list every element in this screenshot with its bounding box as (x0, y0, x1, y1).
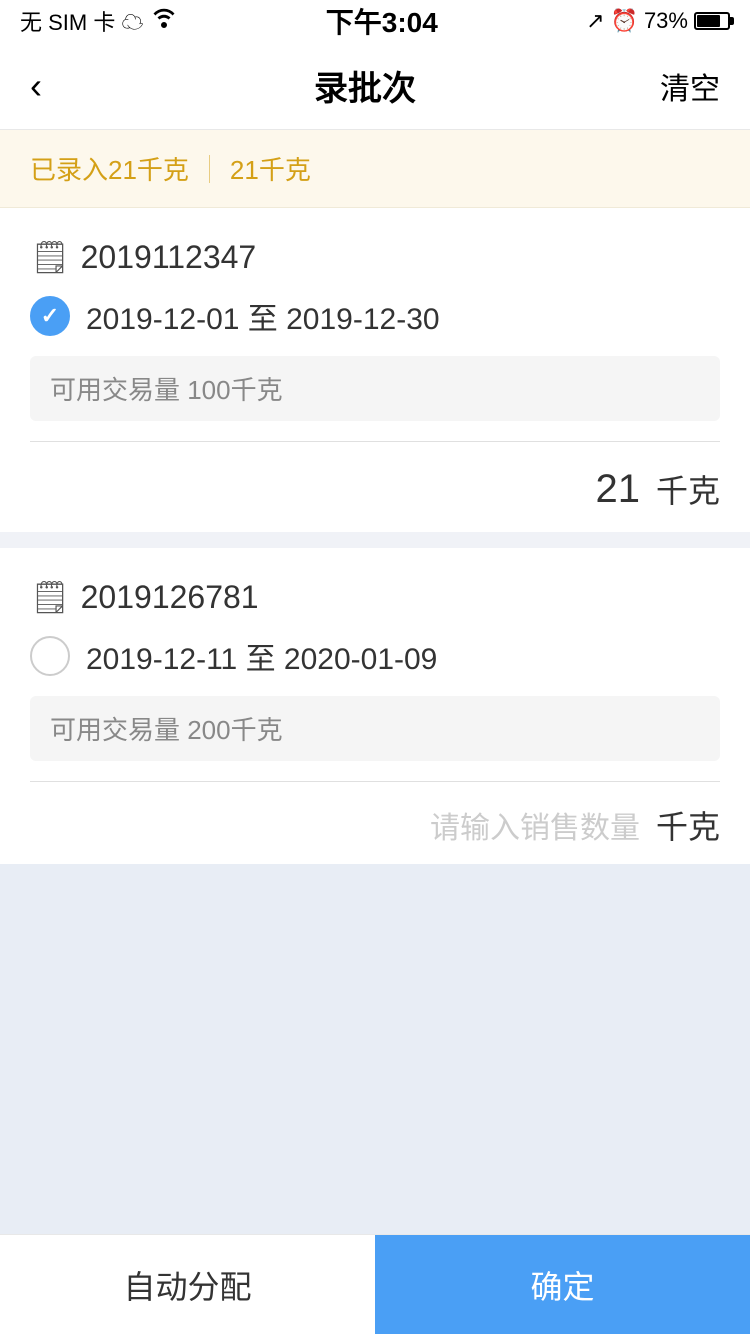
batch1-card: 🗒 2019112347 2019-12-01 至 2019-12-30 可用交… (0, 208, 750, 532)
bottom-bar: 自动分配 确定 (0, 1234, 750, 1334)
doc-icon-2: 🗒 (30, 578, 71, 616)
location-icon: ↗ (586, 8, 604, 34)
batch2-radio[interactable] (30, 636, 70, 676)
alarm-icon: ⏰ (611, 8, 638, 34)
batch2-unit: 千克 (656, 802, 720, 848)
batch1-unit: 千克 (656, 466, 720, 512)
batch2-id: 2019126781 (81, 579, 259, 616)
batch1-date: 2019-12-01 至 2019-12-30 (86, 294, 440, 338)
batch2-available: 可用交易量 200千克 (30, 696, 720, 761)
wifi-icon (151, 8, 177, 34)
doc-icon: 🗒 (30, 238, 71, 276)
batch2-header: 🗒 2019126781 (30, 578, 720, 616)
batch2-date: 2019-12-11 至 2020-01-09 (86, 634, 437, 678)
info-banner: 已录入21千克 21千克 (0, 130, 750, 208)
batch1-radio[interactable] (30, 296, 70, 336)
batch1-id: 2019112347 (81, 239, 257, 276)
auto-distribute-button[interactable]: 自动分配 (0, 1235, 375, 1334)
clear-button[interactable]: 清空 (640, 64, 720, 108)
nav-bar: ‹ 录批次 清空 (0, 42, 750, 130)
batch2-underline (30, 781, 720, 782)
batch1-underline (30, 441, 720, 442)
status-left: 无 SIM 卡 ☁ (20, 5, 177, 37)
page-title: 录批次 (314, 61, 416, 110)
batch2-row: 2019-12-11 至 2020-01-09 (30, 634, 720, 678)
status-time: 下午3:04 (326, 1, 438, 41)
batch2-card: 🗒 2019126781 2019-12-11 至 2020-01-09 可用交… (0, 548, 750, 864)
bottom-space (0, 864, 750, 1244)
status-right: ↗ ⏰ 73% (586, 8, 730, 34)
batch1-quantity[interactable]: 21 (595, 467, 640, 512)
info-divider (209, 155, 210, 183)
batch2-placeholder[interactable]: 请输入销售数量 (430, 803, 640, 847)
sim-label: 无 SIM 卡 ☁ (20, 5, 143, 37)
confirm-button[interactable]: 确定 (375, 1235, 750, 1334)
batch1-header: 🗒 2019112347 (30, 238, 720, 276)
status-bar: 无 SIM 卡 ☁ 下午3:04 ↗ ⏰ 73% (0, 0, 750, 42)
batch1-row: 2019-12-01 至 2019-12-30 (30, 294, 720, 338)
back-button[interactable]: ‹ (30, 65, 90, 107)
batch1-quantity-row: 21 千克 (30, 446, 720, 532)
batch1-available: 可用交易量 100千克 (30, 356, 720, 421)
recorded-info: 已录入21千克 (30, 150, 189, 187)
recorded-value: 21千克 (230, 150, 311, 187)
battery-percent: 73% (644, 8, 688, 34)
section-divider-1 (0, 532, 750, 548)
battery-icon (694, 12, 730, 30)
batch2-quantity-row: 请输入销售数量 千克 (30, 786, 720, 864)
